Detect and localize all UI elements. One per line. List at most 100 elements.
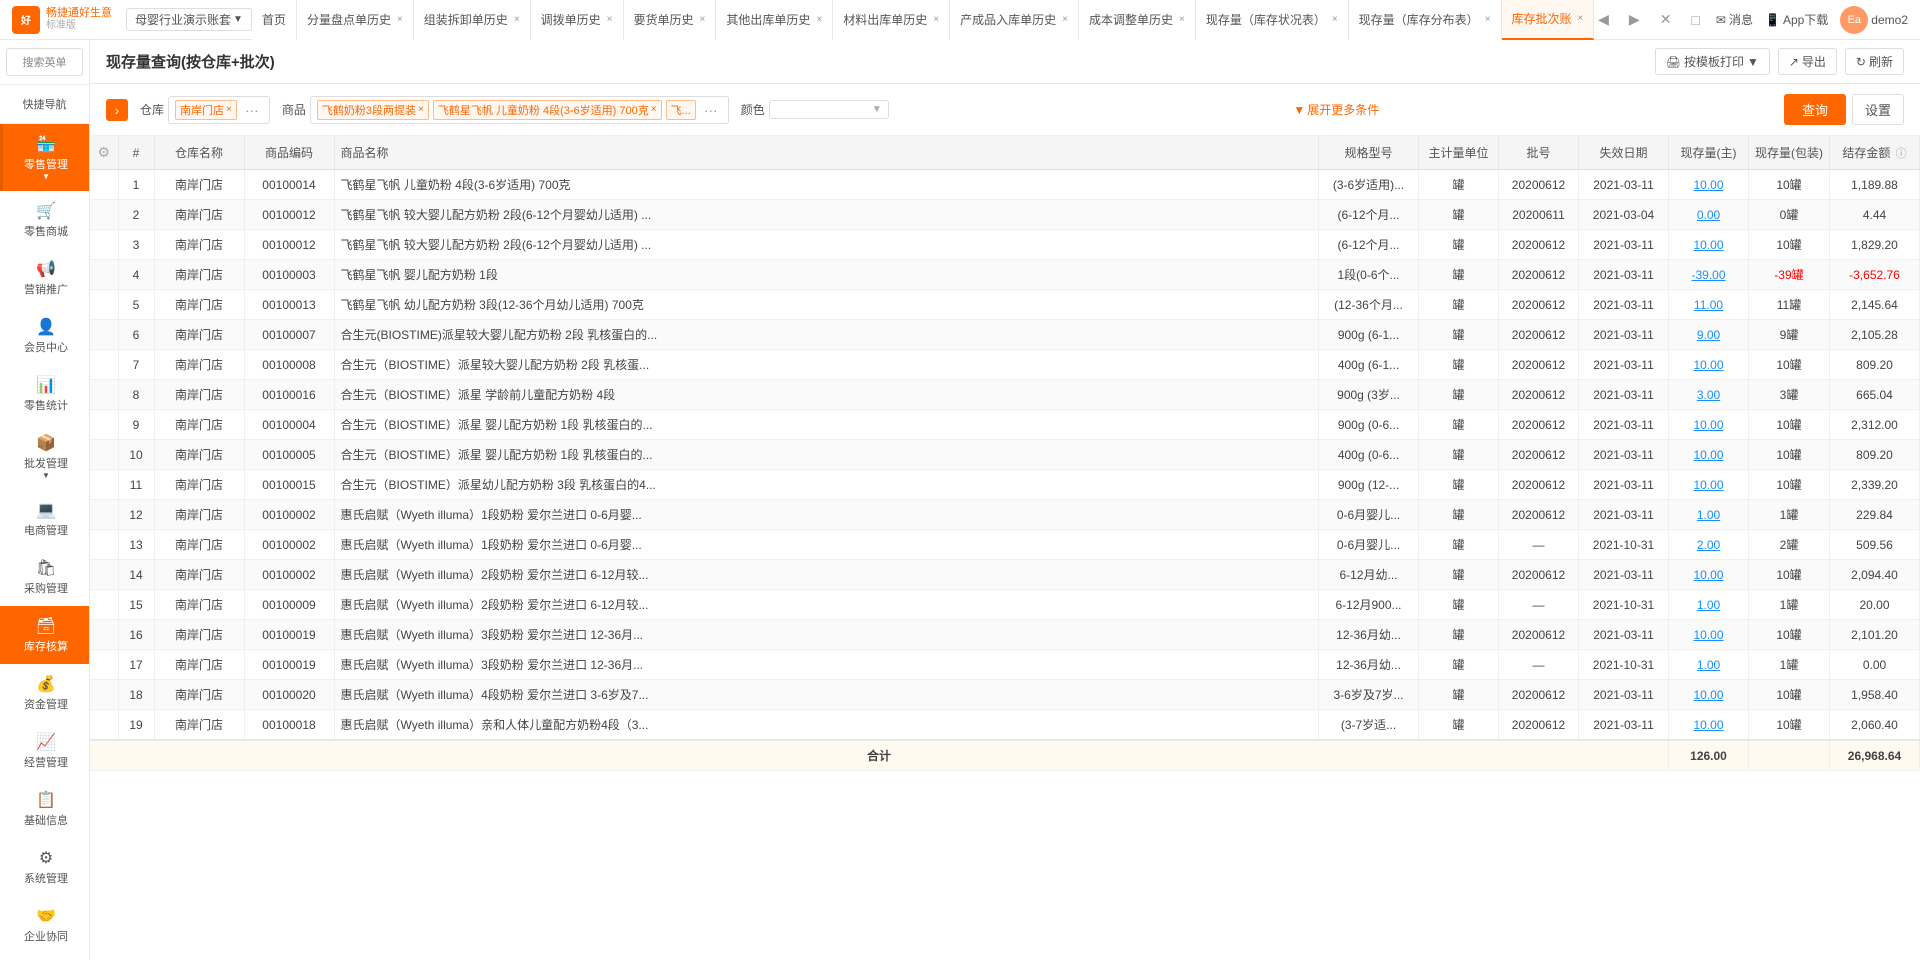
row-qty-main[interactable]: 10.00 (1669, 410, 1749, 440)
col-qty-pkg: 现存量(包装) (1749, 136, 1830, 170)
tab-split-history[interactable]: 分量盘点单历史 × (297, 0, 414, 40)
tab-close-icon[interactable]: × (1062, 14, 1068, 25)
row-batch: — (1499, 530, 1579, 560)
tab-close-icon[interactable]: × (700, 14, 706, 25)
row-name: 惠氏启赋（Wyeth illuma）1段奶粉 爱尔兰进口 0-6月婴... (334, 530, 1319, 560)
row-qty-main[interactable]: 10.00 (1669, 470, 1749, 500)
row-expire: 2021-03-11 (1579, 560, 1669, 590)
tab-close-icon[interactable]: × (1179, 14, 1185, 25)
row-qty-main[interactable]: 10.00 (1669, 710, 1749, 741)
messages-btn[interactable]: ✉ 消息 (1716, 11, 1753, 28)
tab-next-icon[interactable]: ▶ (1625, 11, 1644, 28)
tab-current-qty-status[interactable]: 现存量（库存状况表）× (1196, 0, 1349, 40)
row-name: 合生元（BIOSTIME）派星 婴儿配方奶粉 1段 乳核蛋白的... (334, 410, 1319, 440)
tab-close-icon[interactable]: × (514, 14, 520, 25)
tab-transfer[interactable]: 调拨单历史 × (531, 0, 624, 40)
query-button[interactable]: 查询 (1784, 94, 1846, 125)
row-qty-main[interactable]: 2.00 (1669, 530, 1749, 560)
row-qty-main[interactable]: 10.00 (1669, 170, 1749, 200)
settings-icon[interactable]: ⚙ (97, 144, 110, 160)
row-qty-main[interactable]: 3.00 (1669, 380, 1749, 410)
sidebar-item-inventory[interactable]: 🗃 库存核算 (0, 606, 89, 664)
warehouse-input[interactable]: 南岸门店 × ··· (168, 96, 270, 124)
tab-close-icon[interactable]: × (397, 14, 403, 25)
export-button[interactable]: ↗ 导出 (1778, 48, 1837, 75)
tab-maximize-icon[interactable]: □ (1687, 12, 1703, 28)
quick-nav-btn[interactable]: 快捷导航 (0, 91, 89, 117)
warehouse-ellipsis[interactable]: ··· (241, 102, 263, 118)
sidebar-item-cooperation[interactable]: 🤝 企业协同 (0, 896, 89, 954)
row-qty-main[interactable]: 0.00 (1669, 200, 1749, 230)
row-spec: 3-6岁及7岁... (1319, 680, 1419, 710)
summary-row: 合计 126.00 26,968.64 (90, 740, 1920, 771)
tab-home[interactable]: 首页 (252, 0, 297, 40)
account-dropdown[interactable]: 母婴行业演示账套 ▼ (126, 8, 252, 31)
sidebar-item-purchase[interactable]: 🛍 采购管理 (0, 548, 89, 606)
tab-requisition[interactable]: 要货单历史 × (624, 0, 717, 40)
tab-close-icon[interactable]: × (607, 14, 613, 25)
tab-product-in[interactable]: 产成品入库单历史 × (950, 0, 1079, 40)
row-checkbox-cell (90, 680, 118, 710)
row-unit: 罐 (1419, 290, 1499, 320)
row-qty-pkg: 9罐 (1749, 320, 1830, 350)
setting-button[interactable]: 设置 (1852, 94, 1904, 125)
row-checkbox-cell (90, 290, 118, 320)
sidebar-item-finance[interactable]: 💰 资金管理 (0, 664, 89, 722)
tab-close-icon[interactable]: × (1578, 13, 1584, 24)
row-qty-main[interactable]: 10.00 (1669, 350, 1749, 380)
sidebar-item-business[interactable]: 📈 经营管理 (0, 722, 89, 780)
row-qty-main[interactable]: 9.00 (1669, 320, 1749, 350)
tab-cost-adjust[interactable]: 成本调整单历史 × (1079, 0, 1196, 40)
sidebar-item-retail-shop[interactable]: 🛒 零售商城 (0, 191, 89, 249)
search-single-btn[interactable]: 搜索英单 (6, 48, 83, 76)
row-qty-main[interactable]: 10.00 (1669, 440, 1749, 470)
sidebar-item-retail-stats[interactable]: 📊 零售统计 (0, 365, 89, 423)
row-batch: 20200612 (1499, 560, 1579, 590)
sidebar-item-wholesale[interactable]: 📦 批发管理 ▼ (0, 423, 89, 490)
user-area[interactable]: Ea demo2 (1840, 6, 1908, 34)
row-qty-main[interactable]: 10.00 (1669, 560, 1749, 590)
sidebar-item-guide[interactable]: 🎯 新手引导 (0, 954, 89, 960)
row-qty-main[interactable]: 10.00 (1669, 680, 1749, 710)
action-buttons: 查询 设置 (1784, 94, 1904, 125)
info-icon[interactable]: ⓘ (1896, 148, 1907, 160)
tab-close-icon[interactable]: × (816, 14, 822, 25)
tab-close-icon[interactable]: × (1332, 14, 1338, 25)
product-tag1-close[interactable]: × (418, 104, 424, 115)
sidebar-item-ecommerce[interactable]: 💻 电商管理 (0, 490, 89, 548)
product-ellipsis[interactable]: ··· (700, 102, 722, 118)
tab-combo[interactable]: 组装拆卸单历史 × (414, 0, 531, 40)
warehouse-tag-close[interactable]: × (226, 104, 232, 115)
expand-icon: ▼ (42, 471, 50, 480)
tab-warehouse-batch[interactable]: 库存批次账 × (1502, 0, 1595, 40)
row-qty-main[interactable]: 1.00 (1669, 590, 1749, 620)
row-qty-main[interactable]: 11.00 (1669, 290, 1749, 320)
sidebar-item-member[interactable]: 👤 会员中心 (0, 307, 89, 365)
color-input[interactable]: ▼ (769, 100, 889, 119)
sidebar-item-marketing[interactable]: 📢 营销推广 (0, 249, 89, 307)
tab-prev-icon[interactable]: ◀ (1594, 11, 1613, 28)
tab-close-all-icon[interactable]: ✕ (1656, 11, 1676, 28)
refresh-button[interactable]: ↻ 刷新 (1845, 48, 1904, 75)
row-qty-main[interactable]: 1.00 (1669, 500, 1749, 530)
tab-close-icon[interactable]: × (1485, 14, 1491, 25)
row-qty-main[interactable]: -39.00 (1669, 260, 1749, 290)
row-qty-main[interactable]: 1.00 (1669, 650, 1749, 680)
filter-expand-btn[interactable]: › (106, 99, 128, 121)
sidebar-item-system[interactable]: ⚙ 系统管理 (0, 838, 89, 896)
tab-current-qty-dist[interactable]: 现存量（库存分布表）× (1349, 0, 1502, 40)
print-button[interactable]: 🖨 按模板打印 ▼ (1655, 48, 1770, 75)
row-qty-main[interactable]: 10.00 (1669, 620, 1749, 650)
app-download-btn[interactable]: 📱 App下载 (1765, 11, 1828, 28)
product-input[interactable]: 飞鹤奶粉3段两提装 × 飞鹤星飞帆 儿童奶粉 4段(3-6岁适用) 700克 ×… (310, 96, 729, 124)
product-tag2-close[interactable]: × (651, 104, 657, 115)
expand-more-btn[interactable]: ▼ 展开更多条件 (1293, 101, 1379, 118)
row-qty-main[interactable]: 10.00 (1669, 230, 1749, 260)
tab-other-out[interactable]: 其他出库单历史 × (716, 0, 833, 40)
sidebar-item-retail-mgmt[interactable]: 🏪 零售管理 ▼ (0, 124, 89, 191)
tab-material-out[interactable]: 材料出库单历史 × (833, 0, 950, 40)
tab-close-icon[interactable]: × (933, 14, 939, 25)
purchase-icon: 🛍 (36, 558, 56, 578)
sidebar-item-basic[interactable]: 📋 基础信息 (0, 780, 89, 838)
cooperation-icon: 🤝 (36, 906, 56, 926)
